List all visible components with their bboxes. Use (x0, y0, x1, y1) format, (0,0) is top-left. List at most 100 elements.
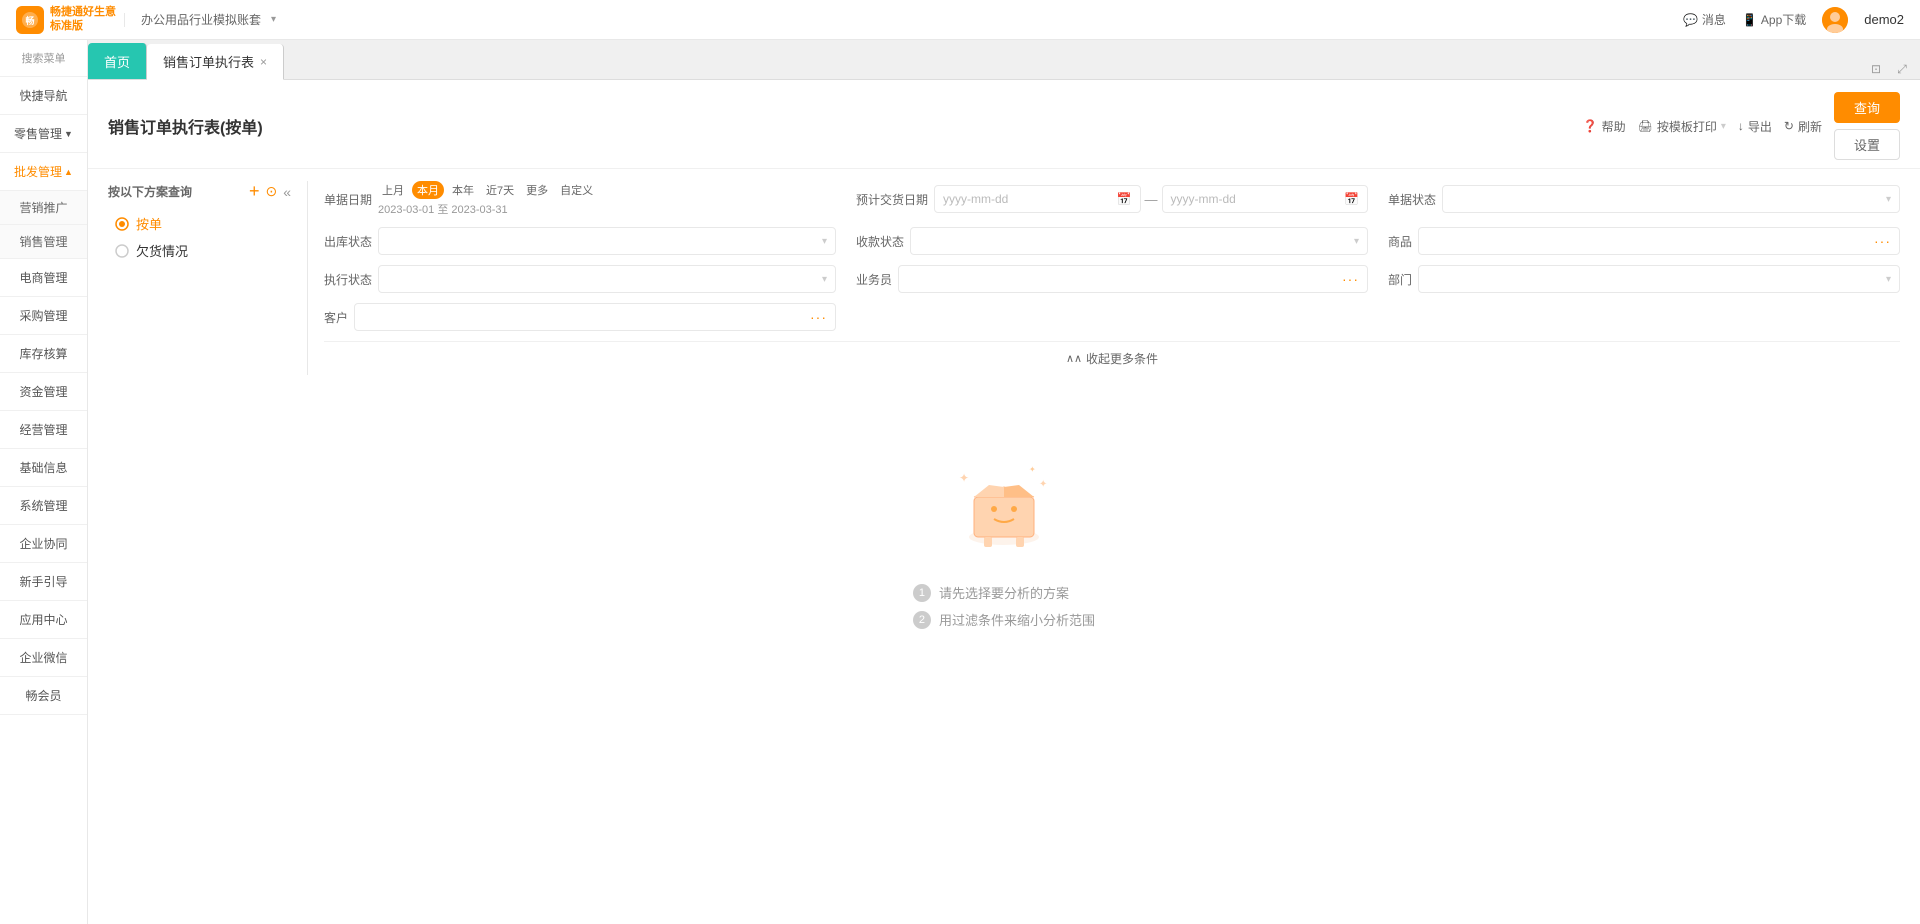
date-range-text: 2023-03-01 至 2023-03-31 (378, 204, 508, 216)
shortcut-last7[interactable]: 近7天 (482, 181, 518, 199)
date-field-control: 上月 本月 本年 近7天 更多 自定义 2023-03-01 至 2023-03… (378, 181, 836, 217)
shortcut-more[interactable]: 更多 (522, 181, 552, 199)
sidebar-item-newbie[interactable]: 新手引导 (0, 563, 87, 601)
filter-add-icon[interactable]: + (249, 181, 260, 202)
filter-row-3: 执行状态 ▾ 业务员 (324, 265, 1900, 293)
page-content: 销售订单执行表(按单) ❓ 帮助 🖨 按模板打印 ▾ ↓ 导出 (88, 80, 1920, 924)
help-button[interactable]: ❓ 帮助 (1583, 118, 1626, 135)
sidebar-item-cooperation[interactable]: 企业协同 (0, 525, 87, 563)
date-label: 单据日期 (324, 191, 372, 208)
sidebar-item-finance[interactable]: 资金管理 (0, 373, 87, 411)
content-area: 首页 销售订单执行表 × ⊡ ⤢ 销售订单执行表(按单) ❓ 帮助 (88, 40, 1920, 924)
sidebar-item-system[interactable]: 系统管理 (0, 487, 87, 525)
tab-maximize-icon[interactable]: ⤢ (1892, 59, 1912, 79)
sidebar-item-ecommerce[interactable]: 电商管理 (0, 259, 87, 297)
svg-text:✦: ✦ (1039, 479, 1047, 490)
sidebar-item-wechat[interactable]: 企业微信 (0, 639, 87, 677)
goods-input[interactable]: ··· (1418, 227, 1900, 255)
filter-edit-icon[interactable]: ⊙ (265, 183, 277, 200)
print-icon: 🖨 (1638, 119, 1653, 133)
customer-input[interactable]: ··· (354, 303, 836, 331)
top-bar-title: 办公用品行业模拟账套 (141, 11, 261, 28)
sidebar-item-quick-nav[interactable]: 快捷导航 (0, 77, 87, 115)
customer-label: 客户 (324, 309, 348, 326)
page-header: 销售订单执行表(按单) ❓ 帮助 🖨 按模板打印 ▾ ↓ 导出 (88, 80, 1920, 169)
empty-hints: 1 请先选择要分析的方案 2 用过滤条件来缩小分析范围 (913, 583, 1095, 629)
out-status-label: 出库状态 (324, 233, 372, 250)
top-bar-dropdown-icon[interactable]: ▾ (271, 14, 276, 25)
shortcut-custom[interactable]: 自定义 (556, 181, 597, 199)
sidebar-item-basic-info[interactable]: 基础信息 (0, 449, 87, 487)
salesperson-control: ··· (898, 265, 1368, 293)
top-bar-left: 畅 畅捷通好生意 标准版 办公用品行业模拟账套 ▾ (16, 6, 276, 34)
user-name[interactable]: demo2 (1864, 12, 1904, 27)
tab-home[interactable]: 首页 (88, 43, 147, 79)
print-dropdown-icon: ▾ (1721, 121, 1726, 132)
tab-sales-exec[interactable]: 销售订单执行表 × (147, 44, 284, 80)
sidebar-item-inventory[interactable]: 库存核算 (0, 335, 87, 373)
app-download-action[interactable]: 📱 App下载 (1742, 11, 1806, 28)
page-actions: ❓ 帮助 🖨 按模板打印 ▾ ↓ 导出 ↻ 刷新 (1583, 92, 1900, 160)
sidebar-item-app-center[interactable]: 应用中心 (0, 601, 87, 639)
settings-button[interactable]: 设置 (1834, 129, 1900, 160)
shortcut-this-year[interactable]: 本年 (448, 181, 478, 199)
expected-date-from[interactable]: yyyy-mm-dd 📅 (934, 185, 1141, 213)
tab-close-icon[interactable]: × (260, 55, 267, 69)
exec-status-control: ▾ (378, 265, 836, 293)
expected-date-label: 预计交货日期 (856, 191, 928, 208)
doc-status-arrow: ▾ (1886, 194, 1891, 205)
filter-item-欠货情况[interactable]: 欠货情况 (108, 237, 291, 264)
filter-field-expected-date: 预计交货日期 yyyy-mm-dd 📅 — (856, 181, 1368, 217)
doc-status-select[interactable]: ▾ (1442, 185, 1900, 213)
goods-label: 商品 (1388, 233, 1412, 250)
collapse-more-btn[interactable]: ∧∧ 收起更多条件 (324, 341, 1900, 375)
shortcut-prev-month[interactable]: 上月 (378, 181, 408, 199)
filter-item-按单[interactable]: 按单 (108, 210, 291, 237)
sidebar-item-marketing[interactable]: 营销推广 (0, 191, 87, 225)
avatar[interactable] (1822, 7, 1848, 33)
customer-ellipsis[interactable]: ··· (810, 309, 827, 325)
exec-status-select[interactable]: ▾ (378, 265, 836, 293)
sidebar-item-sales[interactable]: 销售管理 (0, 225, 87, 259)
sidebar-item-member[interactable]: 畅会员 (0, 677, 87, 715)
doc-status-label: 单据状态 (1388, 191, 1436, 208)
empty-hint-num-1: 1 (913, 584, 931, 602)
sidebar-item-retail[interactable]: 零售管理 ▼ (0, 115, 87, 153)
dept-select[interactable]: ▾ (1418, 265, 1900, 293)
refresh-button[interactable]: ↻ 刷新 (1784, 118, 1822, 135)
expected-date-to[interactable]: yyyy-mm-dd 📅 (1162, 185, 1369, 213)
shortcut-this-month[interactable]: 本月 (412, 181, 444, 199)
salesperson-input[interactable]: ··· (898, 265, 1368, 293)
sidebar-item-search[interactable]: 搜索菜单 (0, 40, 87, 77)
filter-left-header: 按以下方案查询 + ⊙ « (108, 181, 291, 202)
goods-ellipsis[interactable]: ··· (1874, 233, 1891, 249)
sidebar-item-wholesale[interactable]: 批发管理 ▲ (0, 153, 87, 191)
message-action[interactable]: 💬 消息 (1683, 11, 1726, 28)
filter-field-goods: 商品 ··· (1388, 227, 1900, 255)
dept-label: 部门 (1388, 271, 1412, 288)
logo-icon: 畅 (16, 6, 44, 34)
filter-collapse-icon[interactable]: « (283, 184, 291, 200)
sidebar-item-purchase[interactable]: 采购管理 (0, 297, 87, 335)
export-icon: ↓ (1738, 119, 1744, 133)
receipt-status-select[interactable]: ▾ (910, 227, 1368, 255)
salesperson-ellipsis[interactable]: ··· (1342, 271, 1359, 287)
exec-status-label: 执行状态 (324, 271, 372, 288)
filter-field-out-status: 出库状态 ▾ (324, 227, 836, 255)
sidebar-item-operation[interactable]: 经营管理 (0, 411, 87, 449)
out-status-arrow: ▾ (822, 236, 827, 247)
filter-item-icon-欠货情况 (114, 243, 130, 259)
filter-item-icon-按单 (114, 216, 130, 232)
tab-minimize-icon[interactable]: ⊡ (1866, 59, 1886, 79)
sidebar-sub-wholesale: 营销推广 销售管理 (0, 191, 87, 259)
svg-text:畅: 畅 (25, 15, 34, 26)
out-status-select[interactable]: ▾ (378, 227, 836, 255)
print-button[interactable]: 🖨 按模板打印 ▾ (1638, 118, 1726, 135)
tab-bar: 首页 销售订单执行表 × ⊡ ⤢ (88, 40, 1920, 80)
expected-date-control: yyyy-mm-dd 📅 — yyyy-mm-dd 📅 (934, 185, 1368, 213)
empty-illustration: ✦ ✦ ✦ (944, 447, 1064, 567)
export-button[interactable]: ↓ 导出 (1738, 118, 1772, 135)
query-button[interactable]: 查询 (1834, 92, 1900, 123)
svg-text:✦: ✦ (959, 471, 969, 485)
goods-control: ··· (1418, 227, 1900, 255)
